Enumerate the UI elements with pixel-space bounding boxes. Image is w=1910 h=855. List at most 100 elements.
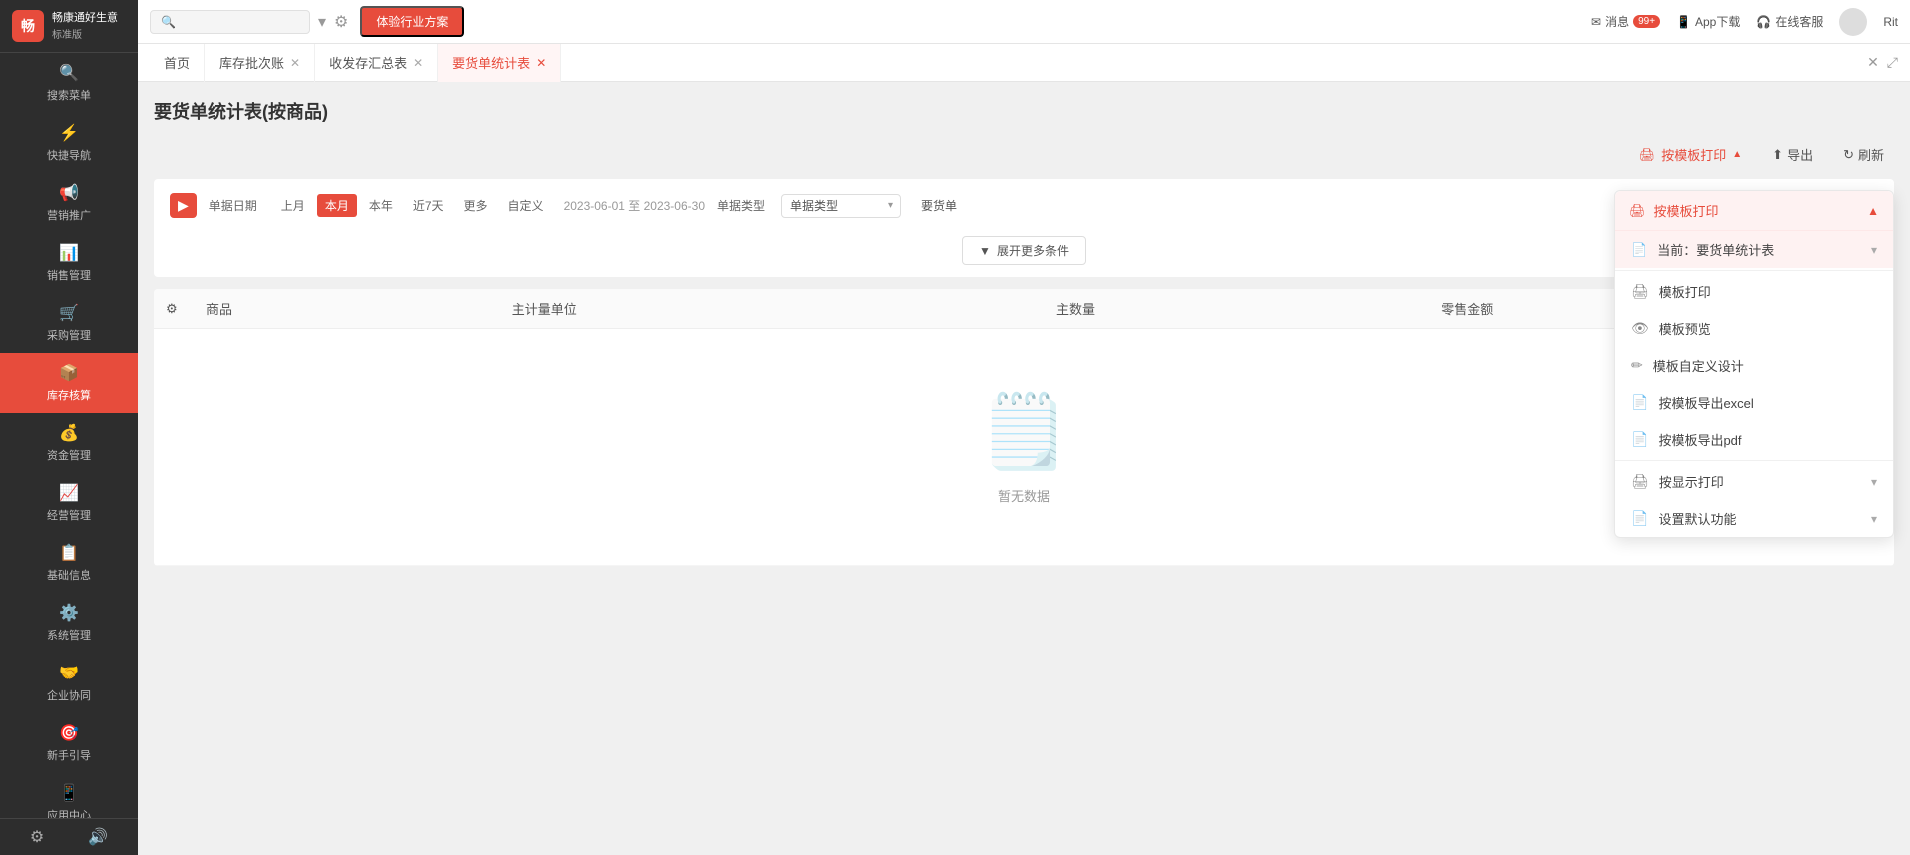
page-title: 要货单统计表(按商品) <box>154 98 1894 124</box>
filter-toggle-btn[interactable]: ▶ <box>170 193 197 218</box>
dropdown-item-template-print[interactable]: 🖨 模板打印 <box>1615 273 1893 310</box>
message-badge: 99+ <box>1633 15 1660 28</box>
set-default-arrow: ▾ <box>1871 512 1877 526</box>
print-icon: 🖨 <box>1639 147 1656 163</box>
date-more-btn[interactable]: 更多 <box>456 194 496 217</box>
sidebar-item-basic[interactable]: 📋 基础信息 <box>0 533 138 593</box>
apps-icon: 📱 <box>59 783 79 803</box>
message-icon: ✉ <box>1591 15 1601 29</box>
online-service-btn[interactable]: 🎧 在线客服 <box>1756 13 1823 30</box>
nav-dropdown-btn[interactable]: ▾ <box>318 12 326 32</box>
tab-close-all-btn[interactable]: ✕ <box>1867 54 1879 71</box>
avatar[interactable] <box>1839 8 1867 36</box>
quick-nav-icon: ⚡ <box>59 123 79 143</box>
date-custom-btn[interactable]: 自定义 <box>500 194 552 217</box>
dropdown-item-export-pdf[interactable]: 📄 按模板导出pdf <box>1615 421 1893 458</box>
col-settings-icon[interactable]: ⚙ <box>166 301 178 316</box>
sidebar-item-label: 搜索菜单 <box>47 87 91 103</box>
sales-icon: 📊 <box>59 243 79 263</box>
tab-home[interactable]: 首页 <box>150 44 205 82</box>
app-version: 标准版 <box>52 26 118 41</box>
empty-illustration: 🗒️ <box>979 389 1069 474</box>
trial-button[interactable]: 体验行业方案 <box>360 6 464 37</box>
tab-inventory-batch[interactable]: 库存批次账 ✕ <box>205 44 315 82</box>
export-btn[interactable]: ⬆ 导出 <box>1762 140 1823 169</box>
template-custom-icon: ✏ <box>1631 357 1643 374</box>
sidebar-item-system[interactable]: ⚙️ 系统管理 <box>0 593 138 653</box>
dropdown-collapse-btn[interactable]: ▲ <box>1867 204 1879 218</box>
operations-icon: 📈 <box>59 483 79 503</box>
inventory-icon: 📦 <box>59 363 79 383</box>
date-7days-btn[interactable]: 近7天 <box>405 194 452 217</box>
date-current-year-btn[interactable]: 本年 <box>361 194 401 217</box>
set-default-icon: 📄 <box>1631 510 1648 527</box>
sidebar: 畅 畅康通好生意 标准版 🔍 搜索菜单 ⚡ 快捷导航 📢 营销推广 📊 销售管理… <box>0 0 138 855</box>
expand-more-btn[interactable]: ▼ 展开更多条件 <box>962 236 1086 265</box>
top-controls: 🖨 按模板打印 ▲ ⬆ 导出 ↻ 刷新 <box>154 140 1894 169</box>
settings-bottom-btn[interactable]: ⚙ <box>30 827 44 847</box>
app-name: 畅康通好生意 <box>52 11 118 26</box>
sidebar-item-label: 采购管理 <box>47 327 91 343</box>
sidebar-item-purchase[interactable]: 🛒 采购管理 <box>0 293 138 353</box>
sidebar-item-label: 新手引导 <box>47 747 91 763</box>
purchase-icon: 🛒 <box>59 303 79 323</box>
tab-close-inventory-batch[interactable]: ✕ <box>290 56 300 70</box>
sidebar-item-inventory[interactable]: 📦 库存核算 <box>0 353 138 413</box>
tab-order-stats[interactable]: 要货单统计表 ✕ <box>438 44 561 82</box>
dropdown-current-template[interactable]: 📄 当前：要货单统计表 ▾ <box>1615 231 1893 268</box>
messages-btn[interactable]: ✉ 消息 99+ <box>1591 13 1660 30</box>
order-type-select[interactable]: 单据类型 <box>781 194 901 218</box>
audio-bottom-btn[interactable]: 🔊 <box>88 827 108 847</box>
dropdown-item-export-excel[interactable]: 📄 按模板导出excel <box>1615 384 1893 421</box>
dropdown-item-template-preview[interactable]: 👁 模板预览 <box>1615 310 1893 347</box>
tab-expand-btn[interactable]: ⤢ <box>1887 54 1898 71</box>
refresh-btn[interactable]: ↻ 刷新 <box>1833 140 1894 169</box>
topbar-right: ✉ 消息 99+ 📱 App下载 🎧 在线客服 Rit <box>1591 8 1898 36</box>
sidebar-item-search[interactable]: 🔍 搜索菜单 <box>0 53 138 113</box>
sidebar-item-apps[interactable]: 📱 应用中心 <box>0 773 138 818</box>
tab-receivables[interactable]: 收发存汇总表 ✕ <box>315 44 438 82</box>
main-content: 🔍 ▾ ⚙ 体验行业方案 ✉ 消息 99+ 📱 App下载 🎧 在线客服 Rit <box>138 0 1910 855</box>
print-template-btn[interactable]: 🖨 按模板打印 ▲ <box>1629 140 1752 169</box>
dropdown-display-print[interactable]: 🖨 按显示打印 ▾ <box>1615 463 1893 500</box>
app-download-btn[interactable]: 📱 App下载 <box>1676 13 1740 30</box>
col-settings: ⚙ <box>154 289 194 329</box>
refresh-icon: ↻ <box>1843 147 1854 163</box>
sidebar-nav: 🔍 搜索菜单 ⚡ 快捷导航 📢 营销推广 📊 销售管理 🛒 采购管理 📦 库存核… <box>0 53 138 818</box>
service-icon: 🎧 <box>1756 15 1771 29</box>
sidebar-item-label: 系统管理 <box>47 627 91 643</box>
gear-icon[interactable]: ⚙ <box>334 12 348 32</box>
date-range: 2023-06-01 至 2023-06-30 <box>564 197 705 214</box>
dropdown-item-template-custom[interactable]: ✏ 模板自定义设计 <box>1615 347 1893 384</box>
col-goods: 商品 <box>194 289 500 329</box>
logo-icon: 畅 <box>12 10 44 42</box>
search-box[interactable]: 🔍 <box>150 10 310 34</box>
tab-close-receivables[interactable]: ✕ <box>413 56 423 70</box>
sidebar-item-label: 销售管理 <box>47 267 91 283</box>
export-icon: ⬆ <box>1772 147 1783 163</box>
sidebar-item-quick-nav[interactable]: ⚡ 快捷导航 <box>0 113 138 173</box>
display-print-arrow: ▾ <box>1871 475 1877 489</box>
date-current-month-btn[interactable]: 本月 <box>317 194 357 217</box>
sidebar-item-guide[interactable]: 🎯 新手引导 <box>0 713 138 773</box>
export-excel-icon: 📄 <box>1631 394 1648 411</box>
date-prev-month-btn[interactable]: 上月 <box>273 194 313 217</box>
search-icon: 🔍 <box>161 15 176 29</box>
dropdown-print-icon: 🖨 <box>1629 203 1646 219</box>
topbar: 🔍 ▾ ⚙ 体验行业方案 ✉ 消息 99+ 📱 App下载 🎧 在线客服 Rit <box>138 0 1910 44</box>
dropdown-header: 🖨 按模板打印 ▲ <box>1615 191 1893 231</box>
divider-2 <box>1615 460 1893 461</box>
sidebar-item-sales[interactable]: 📊 销售管理 <box>0 233 138 293</box>
current-template-icon: 📄 <box>1631 242 1647 258</box>
dropdown-set-default[interactable]: 📄 设置默认功能 ▾ <box>1615 500 1893 537</box>
sidebar-item-finance[interactable]: 💰 资金管理 <box>0 413 138 473</box>
col-unit: 主计量单位 <box>500 289 1044 329</box>
app-logo: 畅 畅康通好生意 标准版 <box>0 0 138 53</box>
basic-icon: 📋 <box>59 543 79 563</box>
sidebar-item-enterprise[interactable]: 🤝 企业协同 <box>0 653 138 713</box>
tab-close-order-stats[interactable]: ✕ <box>536 56 546 70</box>
date-label: 单据日期 <box>209 197 257 214</box>
sidebar-item-marketing[interactable]: 📢 营销推广 <box>0 173 138 233</box>
sidebar-item-operations[interactable]: 📈 经营管理 <box>0 473 138 533</box>
finance-icon: 💰 <box>59 423 79 443</box>
